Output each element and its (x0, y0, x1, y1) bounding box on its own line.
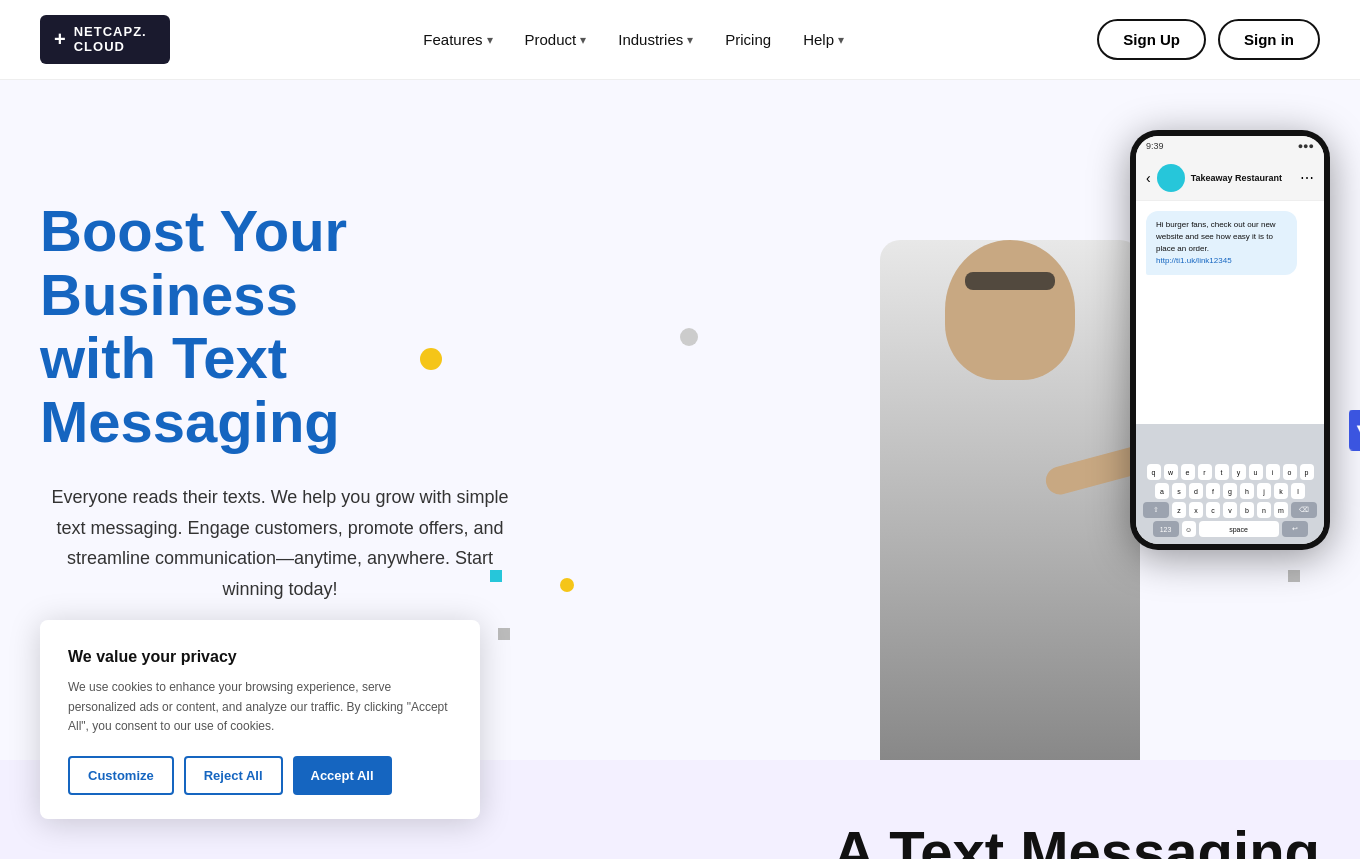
key-t[interactable]: t (1215, 464, 1229, 480)
key-x[interactable]: x (1189, 502, 1203, 518)
nav-item-help[interactable]: Help ▾ (789, 23, 858, 56)
status-bar: 9:39 ●●● (1136, 136, 1324, 156)
back-icon[interactable]: ‹ (1146, 170, 1151, 186)
key-j[interactable]: j (1257, 483, 1271, 499)
chevron-down-icon: ▾ (838, 33, 844, 47)
key-o[interactable]: o (1283, 464, 1297, 480)
logo[interactable]: + NETCAPZ. CLOUD (40, 15, 170, 64)
customize-button[interactable]: Customize (68, 756, 174, 795)
key-shift[interactable]: ⇧ (1143, 502, 1169, 518)
chat-body: Hi burger fans, check out our new websit… (1136, 201, 1324, 424)
key-i[interactable]: i (1266, 464, 1280, 480)
key-w[interactable]: w (1164, 464, 1178, 480)
nav-item-industries[interactable]: Industries ▾ (604, 23, 707, 56)
chat-bubble: Hi burger fans, check out our new websit… (1146, 211, 1297, 275)
key-row-1: q w e r t y u i o p (1147, 464, 1314, 480)
key-u[interactable]: u (1249, 464, 1263, 480)
phone-mockup: 9:39 ●●● ‹ Takeaway Restaurant ⋯ Hi burg… (1130, 130, 1330, 550)
key-s[interactable]: s (1172, 483, 1186, 499)
key-k[interactable]: k (1274, 483, 1288, 499)
key-delete[interactable]: ⌫ (1291, 502, 1317, 518)
logo-line1: NETCAPZ. (74, 25, 147, 39)
key-b[interactable]: b (1240, 502, 1254, 518)
cookie-description: We use cookies to enhance your browsing … (68, 678, 452, 736)
signin-button[interactable]: Sign in (1218, 19, 1320, 60)
hero-image: 9:39 ●●● ‹ Takeaway Restaurant ⋯ Hi burg… (680, 80, 1360, 760)
key-row-4: 123 ☺ space ↩ (1153, 521, 1308, 537)
accept-button[interactable]: Accept All (293, 756, 392, 795)
cookie-banner: We value your privacy We use cookies to … (40, 620, 480, 819)
key-123[interactable]: 123 (1153, 521, 1179, 537)
chat-header: ‹ Takeaway Restaurant ⋯ (1136, 156, 1324, 201)
cookie-actions: Customize Reject All Accept All (68, 756, 452, 795)
key-z[interactable]: z (1172, 502, 1186, 518)
key-m[interactable]: m (1274, 502, 1288, 518)
cookie-title: We value your privacy (68, 648, 452, 666)
phone-screen: 9:39 ●●● ‹ Takeaway Restaurant ⋯ Hi burg… (1136, 136, 1324, 544)
key-return[interactable]: ↩ (1282, 521, 1308, 537)
chat-avatar (1157, 164, 1185, 192)
nav-links: Features ▾ Product ▾ Industries ▾ Pricin… (409, 23, 858, 56)
key-y[interactable]: y (1232, 464, 1246, 480)
key-row-2: a s d f g h j k l (1155, 483, 1305, 499)
chevron-down-icon: ▾ (580, 33, 586, 47)
key-g[interactable]: g (1223, 483, 1237, 499)
edge-tab[interactable]: ▶ (1349, 409, 1360, 450)
key-n[interactable]: n (1257, 502, 1271, 518)
key-l[interactable]: l (1291, 483, 1305, 499)
nav-item-pricing[interactable]: Pricing (711, 23, 785, 56)
key-d[interactable]: d (1189, 483, 1203, 499)
key-c[interactable]: c (1206, 502, 1220, 518)
nav-item-features[interactable]: Features ▾ (409, 23, 506, 56)
nav-item-product[interactable]: Product ▾ (511, 23, 601, 56)
keyboard: q w e r t y u i o p a s d (1136, 424, 1324, 544)
menu-icon[interactable]: ⋯ (1300, 170, 1314, 186)
key-row-3: ⇧ z x c v b n m ⌫ (1143, 502, 1317, 518)
key-emoji[interactable]: ☺ (1182, 521, 1196, 537)
key-e[interactable]: e (1181, 464, 1195, 480)
hero-title: Boost Your Business with Text Messaging (40, 199, 560, 454)
hero-description: Everyone reads their texts. We help you … (40, 482, 520, 604)
reject-button[interactable]: Reject All (184, 756, 283, 795)
bottom-title: A Text Messaging (40, 820, 1320, 859)
nav-actions: Sign Up Sign in (1097, 19, 1320, 60)
navbar: + NETCAPZ. CLOUD Features ▾ Product ▾ In… (0, 0, 1360, 80)
key-h[interactable]: h (1240, 483, 1254, 499)
key-p[interactable]: p (1300, 464, 1314, 480)
signup-button[interactable]: Sign Up (1097, 19, 1206, 60)
key-q[interactable]: q (1147, 464, 1161, 480)
key-v[interactable]: v (1223, 502, 1237, 518)
logo-plus: + (54, 28, 66, 51)
logo-line2: CLOUD (74, 40, 147, 54)
key-r[interactable]: r (1198, 464, 1212, 480)
chevron-down-icon: ▾ (687, 33, 693, 47)
key-f[interactable]: f (1206, 483, 1220, 499)
key-space[interactable]: space (1199, 521, 1279, 537)
decor-dot-yellow-2 (560, 578, 574, 592)
key-a[interactable]: a (1155, 483, 1169, 499)
chevron-down-icon: ▾ (487, 33, 493, 47)
